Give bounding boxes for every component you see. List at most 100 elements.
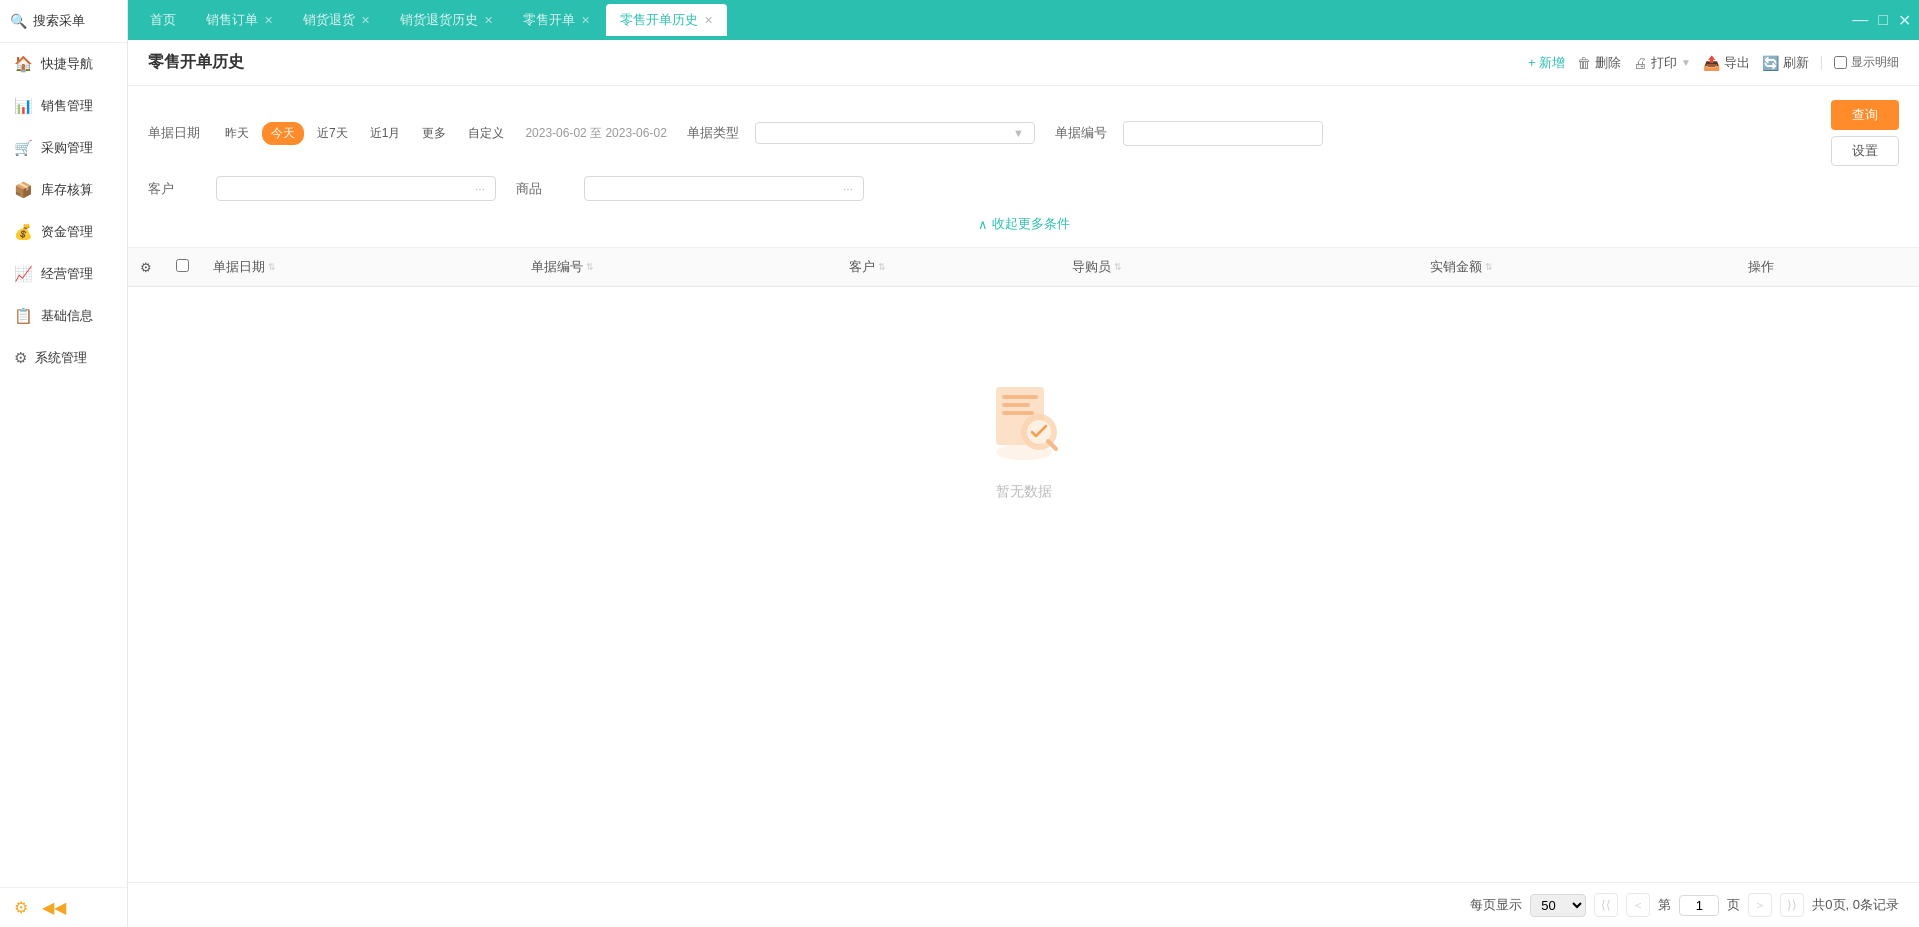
svg-rect-4 <box>1002 411 1034 415</box>
sidebar-item-sales-mgmt[interactable]: 📊 销售管理 <box>0 85 127 127</box>
tab-sales-order-label: 销售订单 <box>206 11 258 29</box>
sidebar-item-finance[interactable]: 💰 资金管理 <box>0 211 127 253</box>
print-button[interactable]: 🖨 打印 ▼ <box>1633 54 1691 72</box>
tab-home[interactable]: 首页 <box>136 4 190 36</box>
date-btn-more[interactable]: 更多 <box>413 122 455 145</box>
export-button[interactable]: 📤 导出 <box>1703 54 1750 72</box>
search-icon: 🔍 <box>10 13 27 29</box>
tab-retail-open-close[interactable]: ✕ <box>581 14 590 27</box>
select-all-checkbox[interactable] <box>176 259 189 272</box>
sort-amount-icon: ⇅ <box>1485 262 1493 272</box>
sidebar-item-label: 基础信息 <box>41 307 93 325</box>
date-btn-7days[interactable]: 近7天 <box>308 122 357 145</box>
sidebar-item-label: 销售管理 <box>41 97 93 115</box>
th-check <box>164 248 201 287</box>
goods-input[interactable]: ··· <box>584 176 864 201</box>
print-icon: 🖨 <box>1633 55 1647 71</box>
date-btn-yesterday[interactable]: 昨天 <box>216 122 258 145</box>
minimize-icon[interactable]: — <box>1852 11 1868 29</box>
maximize-icon[interactable]: □ <box>1878 11 1888 29</box>
th-date-label: 单据日期 <box>213 258 265 276</box>
date-btn-today[interactable]: 今天 <box>262 122 304 145</box>
th-customer-sortable[interactable]: 客户 ⇅ <box>849 258 1048 276</box>
customer-label: 客户 <box>148 180 208 198</box>
basic-info-icon: 📋 <box>14 307 33 325</box>
th-no-sortable[interactable]: 单据编号 ⇅ <box>531 258 825 276</box>
table-area: ⚙ 单据日期 ⇅ 单据编号 <box>128 248 1919 882</box>
config-icon[interactable]: ⚙ <box>140 260 152 275</box>
tab-sales-return-label: 销货退货 <box>303 11 355 29</box>
sales-icon: 📊 <box>14 97 33 115</box>
page-input[interactable] <box>1679 895 1719 916</box>
sidebar-item-inventory[interactable]: 📦 库存核算 <box>0 169 127 211</box>
per-page-label: 每页显示 <box>1470 896 1522 914</box>
action-buttons: 查询 设置 <box>1831 100 1899 166</box>
new-button[interactable]: + 新增 <box>1528 54 1565 72</box>
prev-page-btn[interactable]: ＜ <box>1626 893 1650 917</box>
bill-type-filter-group: 单据类型 ▼ <box>687 122 1035 144</box>
bill-no-text-input[interactable] <box>1134 126 1312 141</box>
per-page-select[interactable]: 10 20 50 100 <box>1530 894 1586 917</box>
window-close-icon[interactable]: ✕ <box>1898 11 1911 30</box>
sidebar-item-label: 资金管理 <box>41 223 93 241</box>
filter-row-2: 客户 ··· 商品 ··· <box>148 176 1899 201</box>
tab-retail-open[interactable]: 零售开单 ✕ <box>509 4 604 36</box>
next-page-btn[interactable]: ＞ <box>1748 893 1772 917</box>
collapse-arrow-icon: ∧ <box>978 217 988 232</box>
sidebar-search[interactable]: 🔍 搜索采单 <box>0 0 127 43</box>
th-config: ⚙ <box>128 248 164 287</box>
settings-footer-icon[interactable]: ⚙ <box>14 898 28 917</box>
tab-sales-return[interactable]: 销货退货 ✕ <box>289 4 384 36</box>
tab-sales-order-close[interactable]: ✕ <box>264 14 273 27</box>
print-button-label: 打印 <box>1651 54 1677 72</box>
tab-sales-return-close[interactable]: ✕ <box>361 14 370 27</box>
goods-browse-icon[interactable]: ··· <box>843 182 853 196</box>
operation-icon: 📈 <box>14 265 33 283</box>
settings-button[interactable]: 设置 <box>1831 136 1899 166</box>
collapse-more-btn[interactable]: ∧ 收起更多条件 <box>978 215 1070 233</box>
customer-browse-icon[interactable]: ··· <box>475 182 485 196</box>
finance-icon: 💰 <box>14 223 33 241</box>
sidebar-item-quick-nav[interactable]: 🏠 快捷导航 <box>0 43 127 85</box>
tab-retail-history[interactable]: 零售开单历史 ✕ <box>606 4 727 36</box>
display-detail-input[interactable] <box>1834 56 1847 69</box>
sidebar-item-operation[interactable]: 📈 经营管理 <box>0 253 127 295</box>
tab-home-label: 首页 <box>150 11 176 29</box>
tab-sales-return-history-close[interactable]: ✕ <box>484 14 493 27</box>
sidebar-item-system[interactable]: ⚙ 系统管理 <box>0 337 127 379</box>
th-amount-sortable[interactable]: 实销金额 ⇅ <box>1430 258 1724 276</box>
refresh-button[interactable]: 🔄 刷新 <box>1762 54 1809 72</box>
th-date-sortable[interactable]: 单据日期 ⇅ <box>213 258 507 276</box>
sidebar-item-purchase-mgmt[interactable]: 🛒 采购管理 <box>0 127 127 169</box>
tab-retail-history-close[interactable]: ✕ <box>704 14 713 27</box>
sidebar-item-label: 采购管理 <box>41 139 93 157</box>
display-detail-checkbox[interactable]: 显示明细 <box>1834 54 1899 71</box>
svg-rect-2 <box>1002 395 1038 399</box>
sidebar-search-label: 搜索采单 <box>33 12 85 30</box>
sidebar-item-basic-info[interactable]: 📋 基础信息 <box>0 295 127 337</box>
date-btn-custom[interactable]: 自定义 <box>459 122 513 145</box>
empty-text: 暂无数据 <box>996 483 1052 501</box>
collapse-sidebar-icon[interactable]: ◀◀ <box>42 898 66 917</box>
goods-filter-group: 商品 ··· <box>516 176 864 201</box>
first-page-btn[interactable]: ⟨⟨ <box>1594 893 1618 917</box>
date-btn-1month[interactable]: 近1月 <box>361 122 410 145</box>
sort-date-icon: ⇅ <box>268 262 276 272</box>
bill-type-select[interactable]: ▼ <box>755 122 1035 144</box>
customer-input[interactable]: ··· <box>216 176 496 201</box>
sidebar-item-label: 快捷导航 <box>41 55 93 73</box>
query-button[interactable]: 查询 <box>1831 100 1899 130</box>
export-icon: 📤 <box>1703 55 1720 71</box>
bill-no-input[interactable] <box>1123 121 1323 146</box>
delete-button[interactable]: 🗑 删除 <box>1577 54 1621 72</box>
goods-text-input[interactable] <box>595 181 843 196</box>
tab-sales-return-history[interactable]: 销货退货历史 ✕ <box>386 4 507 36</box>
tab-sales-order[interactable]: 销售订单 ✕ <box>192 4 287 36</box>
th-amount-label: 实销金额 <box>1430 258 1482 276</box>
last-page-btn[interactable]: ⟩⟩ <box>1780 893 1804 917</box>
customer-text-input[interactable] <box>227 181 475 196</box>
page-content: 零售开单历史 + 新增 🗑 删除 🖨 打印 ▼ 📤 导出 <box>128 40 1919 927</box>
sort-no-icon: ⇅ <box>586 262 594 272</box>
th-salesperson-sortable[interactable]: 导购员 ⇅ <box>1072 258 1318 276</box>
bill-type-arrow-icon: ▼ <box>1013 127 1024 139</box>
